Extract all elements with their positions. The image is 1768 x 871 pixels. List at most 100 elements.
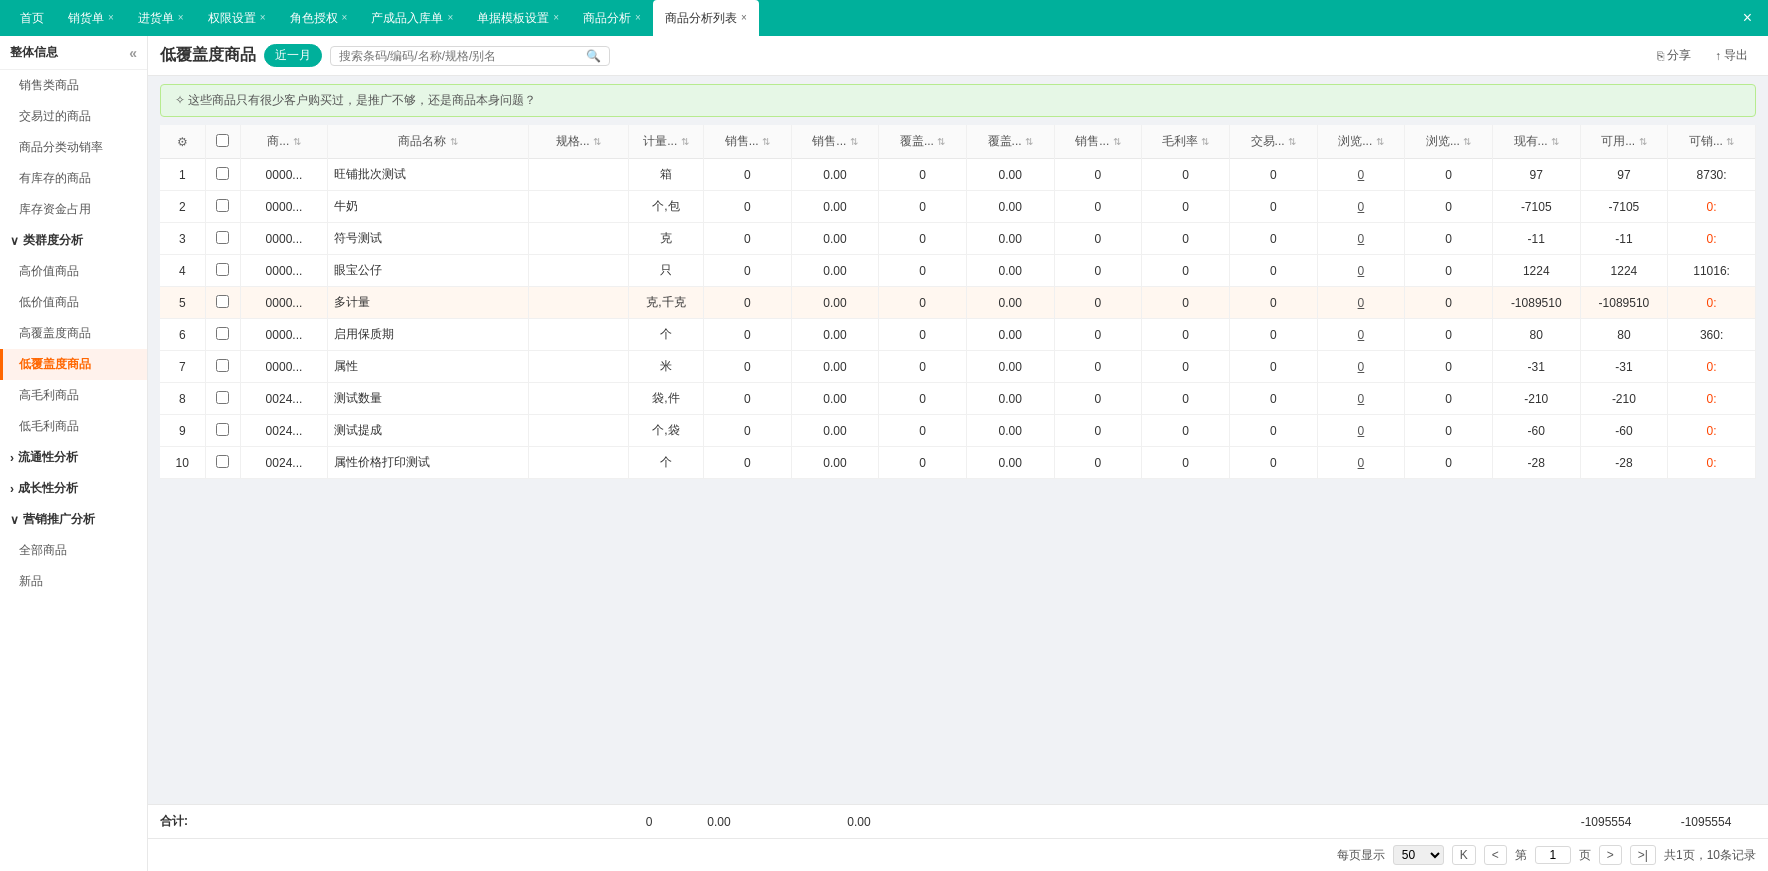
select-all-checkbox[interactable]: [216, 134, 229, 147]
col-header-sales1[interactable]: 销售... ⇅: [704, 125, 792, 159]
sidebar-item-high-value[interactable]: 高价值商品: [0, 256, 147, 287]
nav-product-analysis-list[interactable]: 商品分析列表 ×: [653, 0, 759, 36]
col-header-spec[interactable]: 规格... ⇅: [528, 125, 628, 159]
close-all-button[interactable]: ×: [1735, 9, 1760, 27]
row-checkbox[interactable]: [216, 327, 229, 340]
table-container[interactable]: ⚙ 商... ⇅ 商品名称 ⇅: [160, 125, 1756, 804]
col-header-current[interactable]: 现有... ⇅: [1492, 125, 1580, 159]
cell-browse1[interactable]: 0: [1317, 191, 1405, 223]
row-checkbox[interactable]: [216, 359, 229, 372]
cell-check[interactable]: [205, 223, 240, 255]
cell-browse1[interactable]: 0: [1317, 255, 1405, 287]
cell-check[interactable]: [205, 415, 240, 447]
sidebar-group-growth[interactable]: › 成长性分析: [0, 473, 147, 504]
col-header-cover2[interactable]: 覆盖... ⇅: [966, 125, 1054, 159]
cell-browse1[interactable]: 0: [1317, 223, 1405, 255]
close-icon[interactable]: ×: [342, 0, 348, 36]
sidebar-collapse-icon[interactable]: «: [129, 45, 137, 61]
col-header-browse2[interactable]: 浏览... ⇅: [1405, 125, 1493, 159]
sidebar-group-marketing[interactable]: ∨ 营销推广分析: [0, 504, 147, 535]
row-checkbox[interactable]: [216, 455, 229, 468]
first-page-button[interactable]: K: [1452, 845, 1476, 865]
close-icon[interactable]: ×: [447, 0, 453, 36]
cell-browse1[interactable]: 0: [1317, 287, 1405, 319]
col-header-sales2[interactable]: 销售... ⇅: [791, 125, 879, 159]
cell-browse1[interactable]: 0: [1317, 415, 1405, 447]
close-icon[interactable]: ×: [178, 0, 184, 36]
row-checkbox[interactable]: [216, 199, 229, 212]
col-header-check[interactable]: [205, 125, 240, 159]
cell-check[interactable]: [205, 383, 240, 415]
cell-browse1[interactable]: 0: [1317, 383, 1405, 415]
sidebar-item-sales-goods[interactable]: 销售类商品: [0, 70, 147, 101]
col-header-cover1[interactable]: 覆盖... ⇅: [879, 125, 967, 159]
col-header-trade[interactable]: 交易... ⇅: [1229, 125, 1317, 159]
sidebar-item-category-rate[interactable]: 商品分类动销率: [0, 132, 147, 163]
row-checkbox[interactable]: [216, 263, 229, 276]
last-page-button[interactable]: >|: [1630, 845, 1656, 865]
cell-check[interactable]: [205, 255, 240, 287]
cell-check[interactable]: [205, 287, 240, 319]
nav-template-settings[interactable]: 单据模板设置 ×: [465, 0, 571, 36]
sidebar-group-circulation[interactable]: › 流通性分析: [0, 442, 147, 473]
sidebar-item-low-coverage[interactable]: 低覆盖度商品: [0, 349, 147, 380]
col-header-code[interactable]: 商... ⇅: [240, 125, 328, 159]
cell-check[interactable]: [205, 351, 240, 383]
row-checkbox[interactable]: [216, 423, 229, 436]
search-input[interactable]: [339, 49, 582, 63]
next-page-button[interactable]: >: [1599, 845, 1622, 865]
sidebar-item-low-value[interactable]: 低价值商品: [0, 287, 147, 318]
row-checkbox[interactable]: [216, 167, 229, 180]
share-button[interactable]: ⎘ 分享: [1649, 44, 1699, 67]
sidebar-item-high-margin[interactable]: 高毛利商品: [0, 380, 147, 411]
close-icon[interactable]: ×: [108, 0, 114, 36]
close-icon[interactable]: ×: [635, 0, 641, 36]
close-icon[interactable]: ×: [553, 0, 559, 36]
nav-sales[interactable]: 销货单 ×: [56, 0, 126, 36]
time-filter-month[interactable]: 近一月: [264, 44, 322, 67]
cell-check[interactable]: [205, 159, 240, 191]
sidebar-item-inventory-capital[interactable]: 库存资金占用: [0, 194, 147, 225]
nav-product-inbound[interactable]: 产成品入库单 ×: [359, 0, 465, 36]
col-header-settings[interactable]: ⚙: [160, 125, 205, 159]
prev-page-button[interactable]: <: [1484, 845, 1507, 865]
per-page-select[interactable]: 50 100 200: [1393, 845, 1444, 865]
cell-browse1[interactable]: 0: [1317, 319, 1405, 351]
nav-permissions[interactable]: 权限设置 ×: [196, 0, 278, 36]
cell-trade: 0: [1229, 191, 1317, 223]
sidebar-item-low-margin[interactable]: 低毛利商品: [0, 411, 147, 442]
sidebar-item-stocked-goods[interactable]: 有库存的商品: [0, 163, 147, 194]
col-header-unit[interactable]: 计量... ⇅: [628, 125, 703, 159]
row-checkbox[interactable]: [216, 391, 229, 404]
close-icon[interactable]: ×: [741, 0, 747, 36]
cell-browse1[interactable]: 0: [1317, 159, 1405, 191]
sidebar-item-high-coverage[interactable]: 高覆盖度商品: [0, 318, 147, 349]
col-header-sellable[interactable]: 可销... ⇅: [1668, 125, 1756, 159]
export-button[interactable]: ↑ 导出: [1707, 44, 1756, 67]
cell-browse1[interactable]: 0: [1317, 447, 1405, 479]
sidebar-item-traded-goods[interactable]: 交易过的商品: [0, 101, 147, 132]
cell-check[interactable]: [205, 319, 240, 351]
sidebar-item-all-goods[interactable]: 全部商品: [0, 535, 147, 566]
close-icon[interactable]: ×: [260, 0, 266, 36]
nav-home[interactable]: 首页: [8, 0, 56, 36]
col-header-name[interactable]: 商品名称 ⇅: [328, 125, 528, 159]
page-number-input[interactable]: [1535, 846, 1571, 864]
col-header-sales3[interactable]: 销售... ⇅: [1054, 125, 1142, 159]
row-checkbox[interactable]: [216, 295, 229, 308]
cell-browse1[interactable]: 0: [1317, 351, 1405, 383]
cell-check[interactable]: [205, 447, 240, 479]
search-icon[interactable]: 🔍: [586, 49, 601, 63]
sidebar-item-new-goods[interactable]: 新品: [0, 566, 147, 597]
settings-icon[interactable]: ⚙: [177, 135, 188, 149]
nav-product-analysis[interactable]: 商品分析 ×: [571, 0, 653, 36]
cell-gross-rate: 0: [1142, 447, 1230, 479]
col-header-browse1[interactable]: 浏览... ⇅: [1317, 125, 1405, 159]
nav-roles[interactable]: 角色授权 ×: [278, 0, 360, 36]
sidebar-group-category-analysis[interactable]: ∨ 类群度分析: [0, 225, 147, 256]
nav-purchase[interactable]: 进货单 ×: [126, 0, 196, 36]
cell-check[interactable]: [205, 191, 240, 223]
col-header-available[interactable]: 可用... ⇅: [1580, 125, 1668, 159]
col-header-gross-rate[interactable]: 毛利率 ⇅: [1142, 125, 1230, 159]
row-checkbox[interactable]: [216, 231, 229, 244]
